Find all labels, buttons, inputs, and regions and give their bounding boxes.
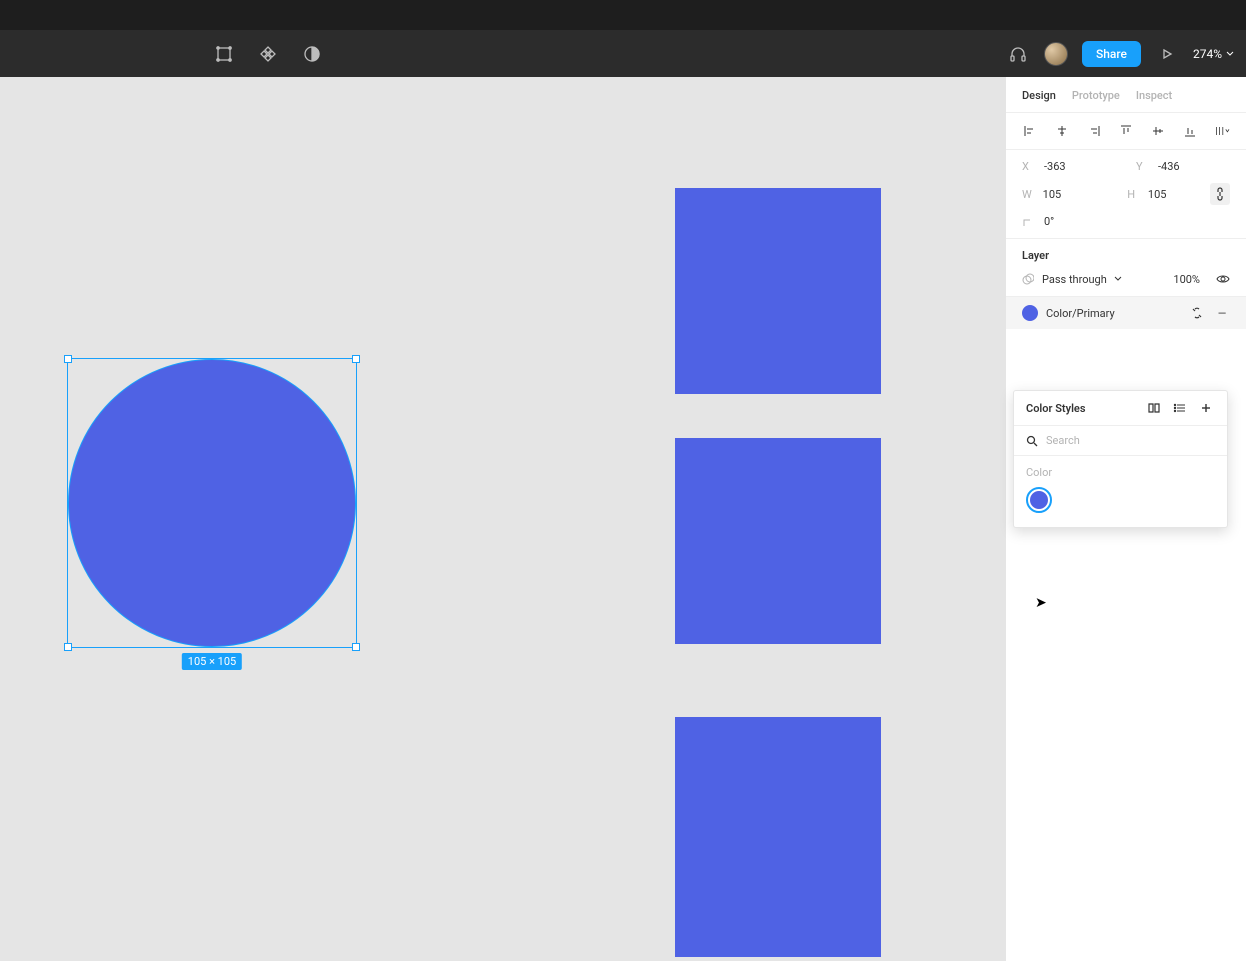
blend-mode-icon bbox=[1022, 273, 1034, 285]
headphones-icon[interactable] bbox=[1006, 42, 1030, 66]
top-toolbar: Share 274% bbox=[0, 30, 1246, 77]
user-avatar[interactable] bbox=[1044, 42, 1068, 66]
y-label: Y bbox=[1136, 160, 1150, 173]
h-label: H bbox=[1127, 188, 1140, 201]
fill-swatch bbox=[1022, 305, 1038, 321]
rectangle-shape[interactable] bbox=[675, 188, 881, 394]
ellipse-shape[interactable] bbox=[68, 359, 356, 647]
style-search-input[interactable] bbox=[1046, 434, 1215, 447]
popover-title: Color Styles bbox=[1026, 402, 1137, 415]
fill-style-row[interactable]: Color/Primary — ➤ bbox=[1006, 297, 1246, 329]
fill-style-name: Color/Primary bbox=[1046, 307, 1182, 320]
align-right-icon[interactable] bbox=[1086, 123, 1102, 139]
y-input[interactable]: -436 bbox=[1158, 160, 1218, 173]
w-input[interactable]: 105 bbox=[1043, 188, 1097, 201]
w-label: W bbox=[1022, 188, 1035, 201]
rotation-icon bbox=[1022, 216, 1036, 228]
tab-inspect[interactable]: Inspect bbox=[1136, 89, 1172, 102]
frame-tool-icon[interactable] bbox=[212, 42, 236, 66]
distribute-icon[interactable] bbox=[1214, 123, 1230, 139]
detach-style-icon[interactable] bbox=[1190, 306, 1206, 320]
visibility-icon[interactable] bbox=[1216, 272, 1230, 286]
properties-panel: Design Prototype Inspect X -363 Y -436 W… bbox=[1005, 77, 1246, 961]
panel-tabs: Design Prototype Inspect bbox=[1006, 77, 1246, 113]
resize-handle-top-right[interactable] bbox=[352, 355, 360, 363]
blend-mode-select[interactable]: Pass through bbox=[1042, 273, 1165, 286]
align-vcenter-icon[interactable] bbox=[1150, 123, 1166, 139]
layer-section-title: Layer bbox=[1022, 249, 1230, 262]
selection-bounding-box[interactable]: 105 × 105 bbox=[67, 358, 357, 648]
search-icon bbox=[1026, 435, 1038, 447]
mask-tool-icon[interactable] bbox=[300, 42, 324, 66]
rectangle-shape[interactable] bbox=[675, 717, 881, 957]
x-input[interactable]: -363 bbox=[1044, 160, 1104, 173]
component-tool-icon[interactable] bbox=[256, 42, 280, 66]
zoom-control[interactable]: 274% bbox=[1193, 47, 1234, 61]
present-icon[interactable] bbox=[1155, 42, 1179, 66]
create-style-icon[interactable] bbox=[1199, 401, 1215, 415]
rotation-input[interactable]: 0° bbox=[1044, 215, 1104, 228]
cursor-icon: ➤ bbox=[1035, 595, 1047, 611]
constrain-proportions-icon[interactable] bbox=[1210, 183, 1230, 205]
style-group-label: Color bbox=[1026, 466, 1215, 479]
list-view-icon[interactable] bbox=[1173, 401, 1189, 415]
library-icon[interactable] bbox=[1147, 401, 1163, 415]
color-style-swatch[interactable] bbox=[1026, 487, 1052, 513]
tab-prototype[interactable]: Prototype bbox=[1072, 89, 1120, 102]
h-input[interactable]: 105 bbox=[1148, 188, 1202, 201]
tab-design[interactable]: Design bbox=[1022, 89, 1056, 102]
align-top-icon[interactable] bbox=[1118, 123, 1134, 139]
dimensions-badge: 105 × 105 bbox=[182, 653, 242, 670]
remove-fill-icon[interactable]: — bbox=[1214, 307, 1230, 320]
zoom-value: 274% bbox=[1193, 47, 1222, 61]
resize-handle-bottom-left[interactable] bbox=[64, 643, 72, 651]
rectangle-shape[interactable] bbox=[675, 438, 881, 644]
layer-section: Layer Pass through 100% bbox=[1006, 239, 1246, 297]
share-button[interactable]: Share bbox=[1082, 41, 1141, 67]
resize-handle-top-left[interactable] bbox=[64, 355, 72, 363]
align-bottom-icon[interactable] bbox=[1182, 123, 1198, 139]
color-styles-popover: Color Styles Color bbox=[1013, 390, 1228, 528]
resize-handle-bottom-right[interactable] bbox=[352, 643, 360, 651]
align-hcenter-icon[interactable] bbox=[1054, 123, 1070, 139]
align-left-icon[interactable] bbox=[1022, 123, 1038, 139]
transform-section: X -363 Y -436 W 105 H 105 0° bbox=[1006, 150, 1246, 239]
canvas[interactable]: 105 × 105 bbox=[0, 77, 1005, 961]
alignment-row bbox=[1006, 113, 1246, 150]
opacity-input[interactable]: 100% bbox=[1173, 273, 1200, 286]
window-titlebar bbox=[0, 0, 1246, 30]
x-label: X bbox=[1022, 160, 1036, 173]
